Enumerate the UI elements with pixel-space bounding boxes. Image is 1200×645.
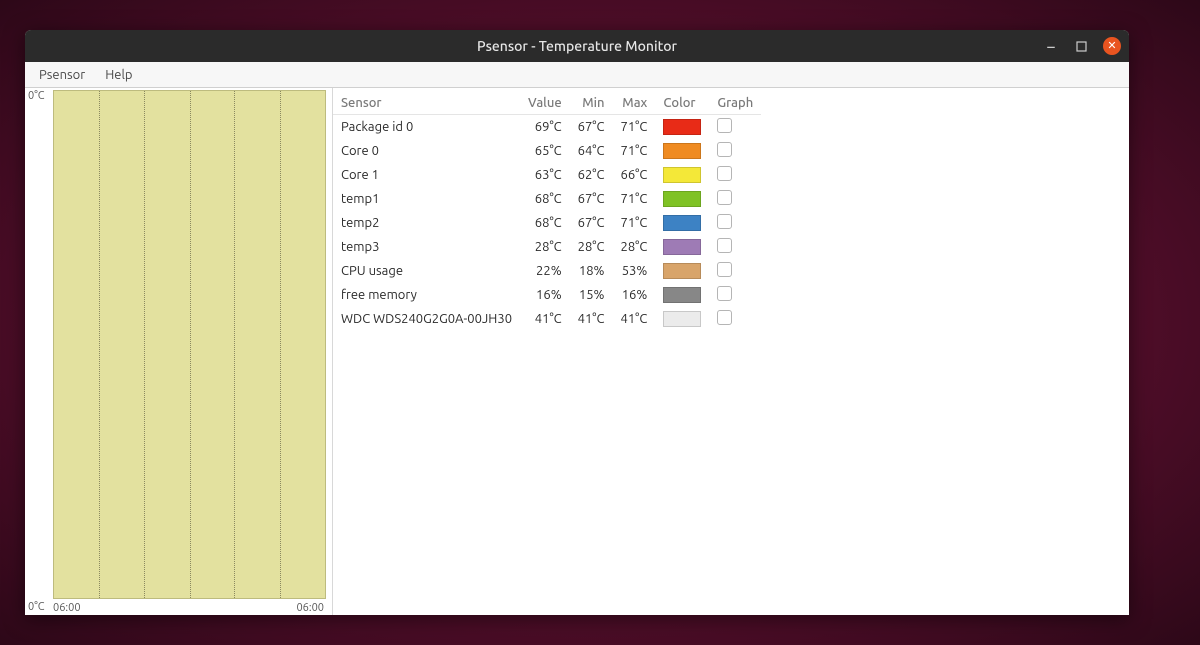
sensor-min: 67°C — [570, 115, 613, 140]
sensor-table: Sensor Value Min Max Color Graph Package… — [333, 92, 761, 331]
x-axis-left-label: 06:00 — [53, 602, 81, 614]
sensor-min: 15% — [570, 283, 613, 307]
sensor-max: 71°C — [612, 187, 655, 211]
sensor-min: 41°C — [570, 307, 613, 331]
sensor-value: 16% — [520, 283, 570, 307]
sensor-value: 68°C — [520, 187, 570, 211]
sensor-max: 71°C — [612, 139, 655, 163]
titlebar[interactable]: Psensor - Temperature Monitor – ✕ — [25, 30, 1129, 62]
menubar: Psensor Help — [25, 62, 1129, 88]
sensor-graph-toggle[interactable] — [709, 211, 761, 235]
checkbox-icon[interactable] — [717, 214, 732, 229]
checkbox-icon[interactable] — [717, 262, 732, 277]
checkbox-icon[interactable] — [717, 190, 732, 205]
sensor-name: Core 0 — [333, 139, 520, 163]
sensor-name: WDC WDS240G2G0A-00JH30 — [333, 307, 520, 331]
table-row[interactable]: CPU usage22%18%53% — [333, 259, 761, 283]
sensor-name: free memory — [333, 283, 520, 307]
y-axis-bottom-label: 0°C — [28, 601, 45, 613]
sensor-max: 16% — [612, 283, 655, 307]
sensor-value: 68°C — [520, 211, 570, 235]
content-area: 0°C 0°C 06:00 06:00 Sensor Value Min — [25, 88, 1129, 615]
col-sensor[interactable]: Sensor — [333, 92, 520, 115]
table-row[interactable]: temp268°C67°C71°C — [333, 211, 761, 235]
sensor-color[interactable] — [655, 235, 709, 259]
sensor-min: 67°C — [570, 187, 613, 211]
table-row[interactable]: free memory16%15%16% — [333, 283, 761, 307]
menu-help[interactable]: Help — [95, 65, 142, 85]
window-title: Psensor - Temperature Monitor — [477, 38, 677, 54]
sensor-max: 41°C — [612, 307, 655, 331]
sensor-name: CPU usage — [333, 259, 520, 283]
sensor-graph-toggle[interactable] — [709, 235, 761, 259]
sensor-name: Package id 0 — [333, 115, 520, 140]
sensor-value: 69°C — [520, 115, 570, 140]
sensor-color[interactable] — [655, 163, 709, 187]
checkbox-icon[interactable] — [717, 142, 732, 157]
sensor-name: temp1 — [333, 187, 520, 211]
checkbox-icon[interactable] — [717, 118, 732, 133]
sensor-value: 63°C — [520, 163, 570, 187]
col-min[interactable]: Min — [570, 92, 613, 115]
col-color[interactable]: Color — [655, 92, 709, 115]
col-value[interactable]: Value — [520, 92, 570, 115]
y-axis-top-label: 0°C — [28, 90, 45, 102]
window-controls: – ✕ — [1043, 30, 1121, 62]
checkbox-icon[interactable] — [717, 166, 732, 181]
table-row[interactable]: WDC WDS240G2G0A-00JH3041°C41°C41°C — [333, 307, 761, 331]
sensor-graph-toggle[interactable] — [709, 139, 761, 163]
close-button[interactable]: ✕ — [1103, 37, 1121, 55]
table-row[interactable]: Core 163°C62°C66°C — [333, 163, 761, 187]
sensor-color[interactable] — [655, 211, 709, 235]
sensor-graph-toggle[interactable] — [709, 307, 761, 331]
sensor-graph-toggle[interactable] — [709, 187, 761, 211]
sensor-name: temp3 — [333, 235, 520, 259]
minimize-button[interactable]: – — [1043, 38, 1059, 54]
sensor-value: 65°C — [520, 139, 570, 163]
sensor-name: temp2 — [333, 211, 520, 235]
sensor-graph-toggle[interactable] — [709, 259, 761, 283]
sensor-color[interactable] — [655, 139, 709, 163]
sensor-color[interactable] — [655, 259, 709, 283]
sensor-min: 28°C — [570, 235, 613, 259]
app-window: Psensor - Temperature Monitor – ✕ Psenso… — [25, 30, 1129, 615]
sensor-min: 64°C — [570, 139, 613, 163]
graph-canvas[interactable] — [53, 90, 326, 599]
sensor-table-panel: Sensor Value Min Max Color Graph Package… — [333, 88, 1129, 615]
menu-psensor[interactable]: Psensor — [29, 65, 95, 85]
sensor-max: 71°C — [612, 211, 655, 235]
sensor-color[interactable] — [655, 115, 709, 140]
table-row[interactable]: temp328°C28°C28°C — [333, 235, 761, 259]
sensor-graph-toggle[interactable] — [709, 115, 761, 140]
sensor-min: 18% — [570, 259, 613, 283]
sensor-max: 71°C — [612, 115, 655, 140]
col-max[interactable]: Max — [612, 92, 655, 115]
sensor-max: 53% — [612, 259, 655, 283]
sensor-color[interactable] — [655, 307, 709, 331]
sensor-color[interactable] — [655, 187, 709, 211]
sensor-value: 28°C — [520, 235, 570, 259]
checkbox-icon[interactable] — [717, 286, 732, 301]
x-axis-right-label: 06:00 — [296, 602, 324, 614]
sensor-color[interactable] — [655, 283, 709, 307]
sensor-graph-toggle[interactable] — [709, 283, 761, 307]
sensor-graph-toggle[interactable] — [709, 163, 761, 187]
maximize-button[interactable] — [1073, 38, 1089, 54]
sensor-max: 66°C — [612, 163, 655, 187]
col-graph[interactable]: Graph — [709, 92, 761, 115]
sensor-max: 28°C — [612, 235, 655, 259]
checkbox-icon[interactable] — [717, 238, 732, 253]
sensor-value: 41°C — [520, 307, 570, 331]
sensor-value: 22% — [520, 259, 570, 283]
graph-panel: 0°C 0°C 06:00 06:00 — [25, 88, 333, 615]
sensor-min: 62°C — [570, 163, 613, 187]
sensor-name: Core 1 — [333, 163, 520, 187]
sensor-min: 67°C — [570, 211, 613, 235]
checkbox-icon[interactable] — [717, 310, 732, 325]
table-row[interactable]: Package id 069°C67°C71°C — [333, 115, 761, 140]
table-row[interactable]: temp168°C67°C71°C — [333, 187, 761, 211]
table-row[interactable]: Core 065°C64°C71°C — [333, 139, 761, 163]
